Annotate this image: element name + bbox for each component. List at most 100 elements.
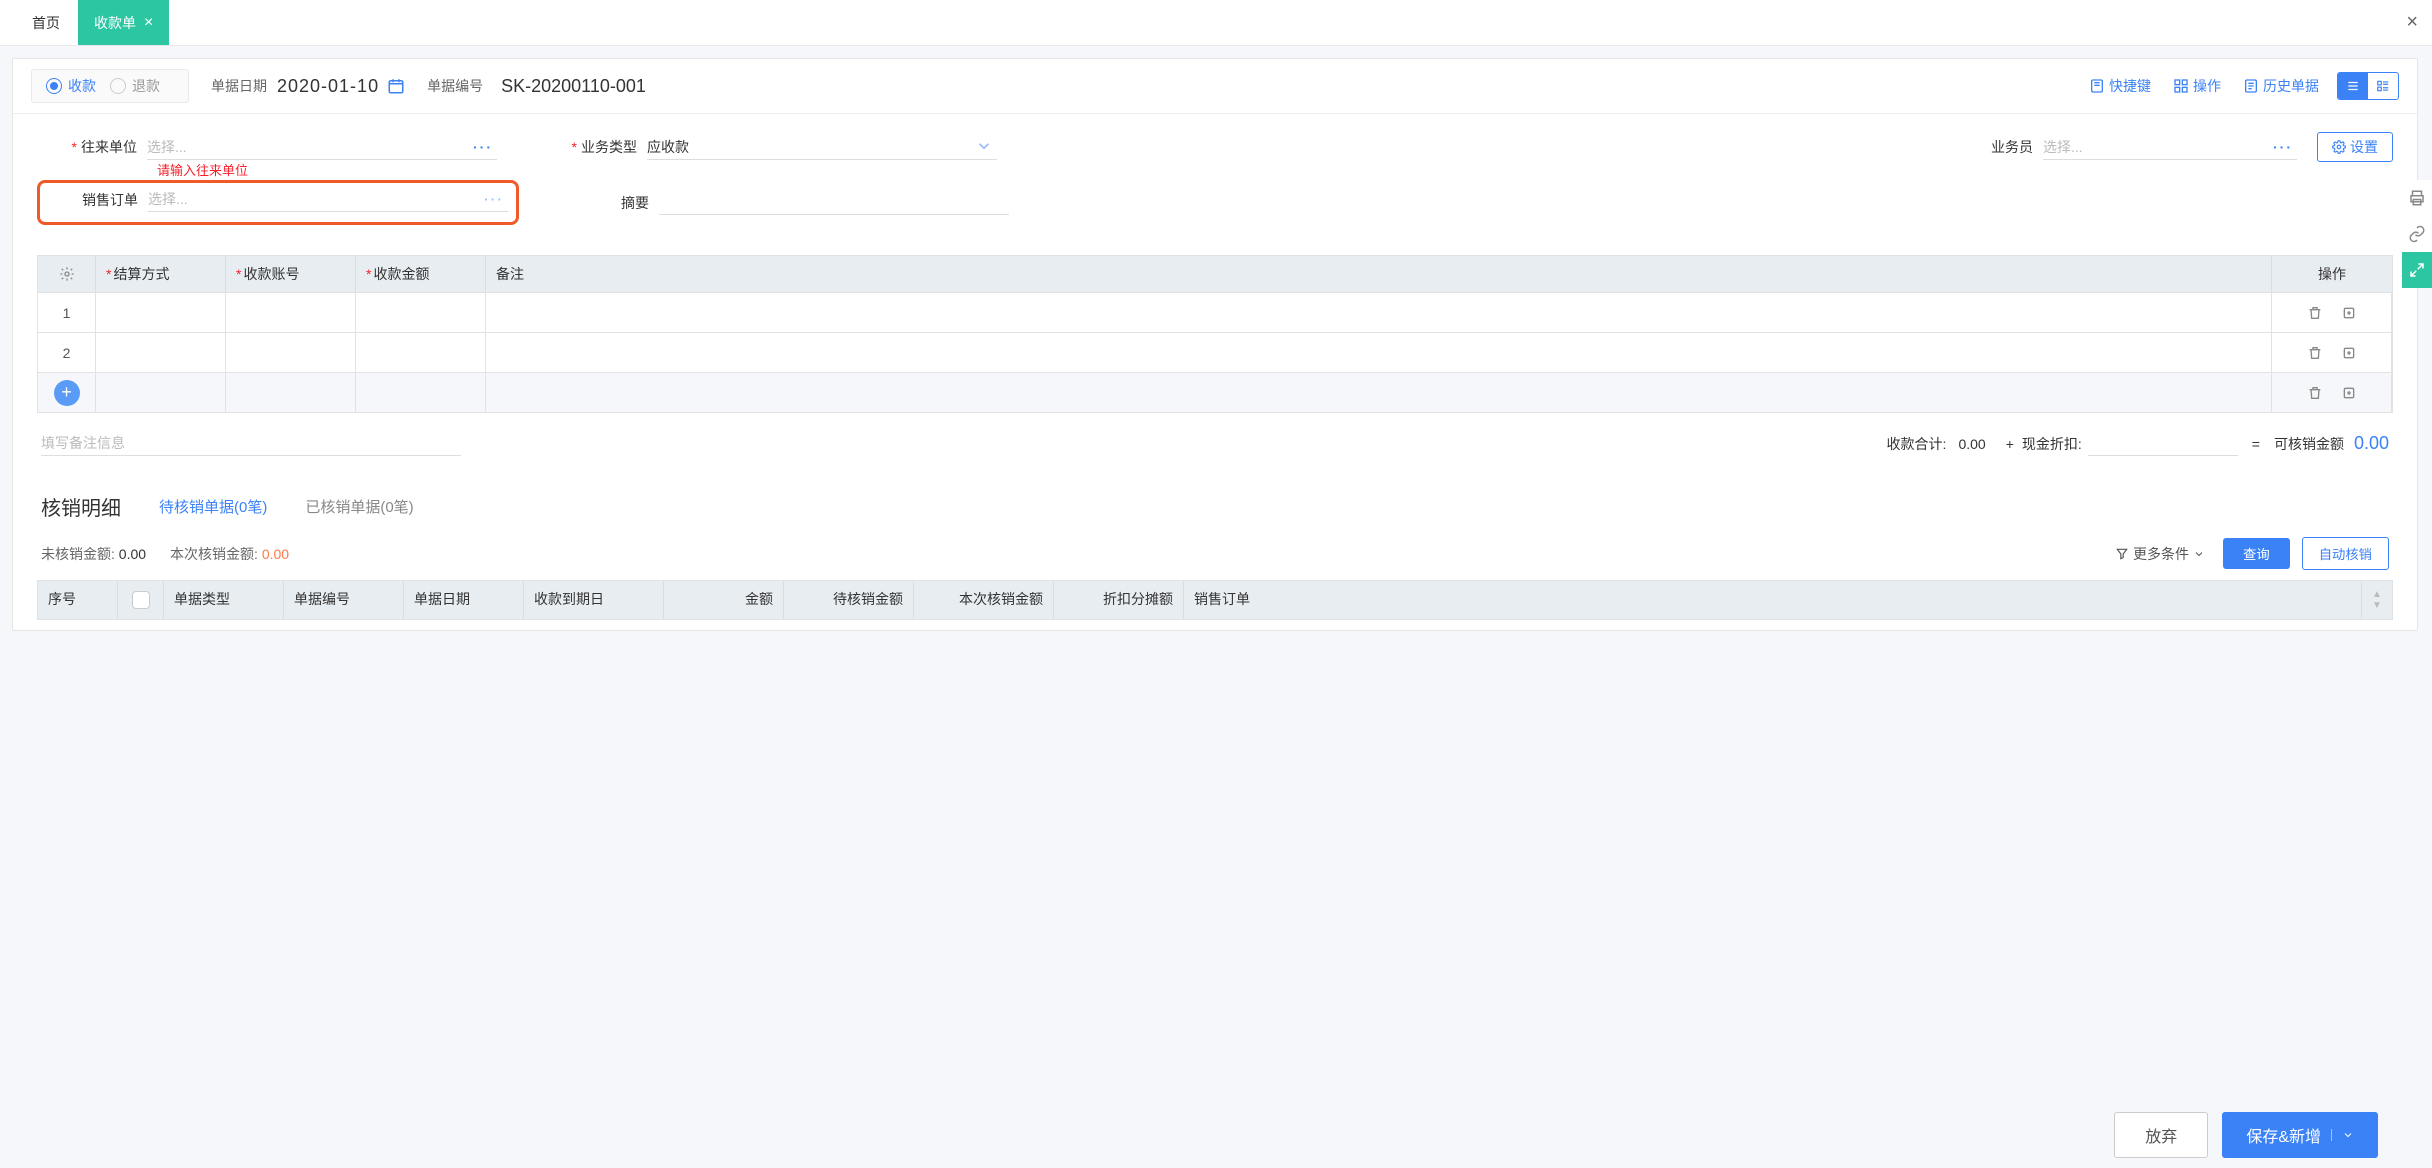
copy-icon[interactable] <box>2341 385 2357 401</box>
total-value: 0.00 <box>1958 436 1985 452</box>
auto-writeoff-button[interactable]: 自动核销 <box>2302 537 2389 570</box>
operate-button[interactable]: 操作 <box>2173 76 2221 96</box>
radio-dot-icon <box>46 78 62 94</box>
col-disc: 折扣分摊额 <box>1054 581 1184 619</box>
tab-home[interactable]: 首页 <box>14 0 78 45</box>
shortcut-button[interactable]: 快捷键 <box>2089 76 2151 96</box>
col-remark: 备注 <box>486 256 2272 292</box>
unwriteoff-text: 未核销金额: 0.00 <box>41 544 146 564</box>
checkbox-all[interactable] <box>132 591 150 609</box>
writeoff-bar: 未核销金额: 0.00 本次核销金额: 0.00 更多条件 查询 自动核销 <box>41 537 2389 570</box>
this-writeoff-text: 本次核销金额: 0.00 <box>170 544 289 564</box>
salesorder-highlight: 销售订单 ··· <box>37 180 519 225</box>
radio-refund-label: 退款 <box>132 76 160 96</box>
writeoff-title: 核销明细 <box>41 492 121 521</box>
col-type: 单据类型 <box>164 581 284 619</box>
col-amt: *收款金额 <box>356 256 486 292</box>
remark-input[interactable] <box>41 431 461 455</box>
equals-sign: = <box>2252 436 2260 452</box>
expand-icon[interactable] <box>2402 252 2432 288</box>
table-row-add: + <box>38 372 2392 412</box>
row-number: 1 <box>38 293 96 332</box>
save-button[interactable]: 保存&新增 <box>2222 1112 2378 1158</box>
close-icon[interactable]: × <box>144 14 153 32</box>
summary-input[interactable] <box>659 194 1009 210</box>
col-this: 本次核销金额 <box>914 581 1054 619</box>
summary-bar: 收款合计: 0.00 + 现金折扣: = 可核销金额 0.00 <box>41 431 2389 456</box>
toolbar: 收款 退款 单据日期 2020-01-10 单据编号 SK-20200110-0… <box>13 59 2417 114</box>
scroll-indicator[interactable]: ▲▼ <box>2362 581 2392 619</box>
grid-header: *结算方式 *收款账号 *收款金额 备注 操作 <box>38 256 2392 292</box>
tab-receipt[interactable]: 收款单 × <box>78 0 169 45</box>
plus-sign: + <box>2006 436 2014 452</box>
footer-bar: 放弃 保存&新增 <box>0 1102 2402 1168</box>
table-row[interactable]: 2 <box>38 332 2392 372</box>
view-list-icon[interactable] <box>2338 73 2368 99</box>
avail-value: 0.00 <box>2354 433 2389 454</box>
copy-icon[interactable] <box>2341 345 2357 361</box>
tab-waiting[interactable]: 待核销单据(0笔) <box>149 490 277 523</box>
calendar-icon[interactable] <box>387 77 405 95</box>
discount-input[interactable] <box>2088 432 2238 456</box>
col-amt: 金额 <box>664 581 784 619</box>
doc-date-value[interactable]: 2020-01-10 <box>277 76 379 97</box>
chevron-down-icon[interactable] <box>975 137 993 155</box>
copy-icon[interactable] <box>2341 305 2357 321</box>
delete-icon[interactable] <box>2307 385 2323 401</box>
add-row-button[interactable]: + <box>54 380 80 406</box>
link-icon[interactable] <box>2402 216 2432 252</box>
view-toggle <box>2337 72 2399 100</box>
history-label: 历史单据 <box>2263 76 2319 96</box>
tab-receipt-label: 收款单 <box>94 13 136 33</box>
partner-label: *往来单位 <box>37 137 147 157</box>
chevron-down-icon[interactable] <box>2331 1129 2354 1141</box>
radio-receive[interactable]: 收款 <box>46 76 96 96</box>
radio-dot-icon <box>110 78 126 94</box>
setting-label: 设置 <box>2350 137 2378 157</box>
radio-receive-label: 收款 <box>68 76 96 96</box>
more-icon[interactable]: ··· <box>473 139 493 155</box>
form-area: *往来单位 ··· 请输入往来单位 *业务类型 业务员 <box>13 114 2417 249</box>
delete-icon[interactable] <box>2307 305 2323 321</box>
salesorder-input[interactable] <box>148 191 508 207</box>
shortcut-label: 快捷键 <box>2109 76 2151 96</box>
history-button[interactable]: 历史单据 <box>2243 76 2319 96</box>
cancel-button[interactable]: 放弃 <box>2114 1112 2208 1158</box>
tab-done[interactable]: 已核销单据(0笔) <box>295 490 423 523</box>
more-filter-button[interactable]: 更多条件 <box>2115 544 2205 564</box>
total-label: 收款合计: <box>1887 434 1947 454</box>
partner-field: *往来单位 ··· 请输入往来单位 <box>37 132 497 162</box>
more-icon[interactable]: ··· <box>2273 139 2293 155</box>
print-icon[interactable] <box>2402 180 2432 216</box>
col-check <box>118 581 164 619</box>
more-icon[interactable]: ··· <box>484 191 504 207</box>
partner-input[interactable] <box>147 139 497 155</box>
tab-bar: 首页 收款单 × × <box>0 0 2432 46</box>
save-label: 保存&新增 <box>2246 1123 2321 1147</box>
operator-input[interactable] <box>2043 139 2297 155</box>
doc-no-label: 单据编号 <box>427 76 483 96</box>
col-order: 销售订单 <box>1184 581 2362 619</box>
writeoff-header: 核销明细 待核销单据(0笔) 已核销单据(0笔) <box>41 490 2389 523</box>
doc-no-value: SK-20200110-001 <box>501 76 646 97</box>
biztype-field: *业务类型 <box>537 132 997 162</box>
col-seq: 序号 <box>38 581 118 619</box>
col-settle: *结算方式 <box>96 256 226 292</box>
setting-button[interactable]: 设置 <box>2317 132 2393 162</box>
gear-icon[interactable] <box>38 256 96 292</box>
main-panel: 收款 退款 单据日期 2020-01-10 单据编号 SK-20200110-0… <box>12 58 2418 631</box>
radio-refund[interactable]: 退款 <box>110 76 160 96</box>
biztype-input[interactable] <box>647 139 997 155</box>
col-wait: 待核销金额 <box>784 581 914 619</box>
close-all-icon[interactable]: × <box>2406 11 2418 34</box>
view-detail-icon[interactable] <box>2368 73 2398 99</box>
row-number: 2 <box>38 333 96 372</box>
col-ops: 操作 <box>2272 256 2392 292</box>
delete-icon[interactable] <box>2307 345 2323 361</box>
query-button[interactable]: 查询 <box>2223 538 2290 569</box>
receipt-type-radio-group: 收款 退款 <box>31 69 189 103</box>
table-row[interactable]: 1 <box>38 292 2392 332</box>
writeoff-grid: 序号 单据类型 单据编号 单据日期 收款到期日 金额 待核销金额 本次核销金额 … <box>37 580 2393 620</box>
biztype-label: *业务类型 <box>537 137 647 157</box>
avail-label: 可核销金额 <box>2274 434 2344 454</box>
